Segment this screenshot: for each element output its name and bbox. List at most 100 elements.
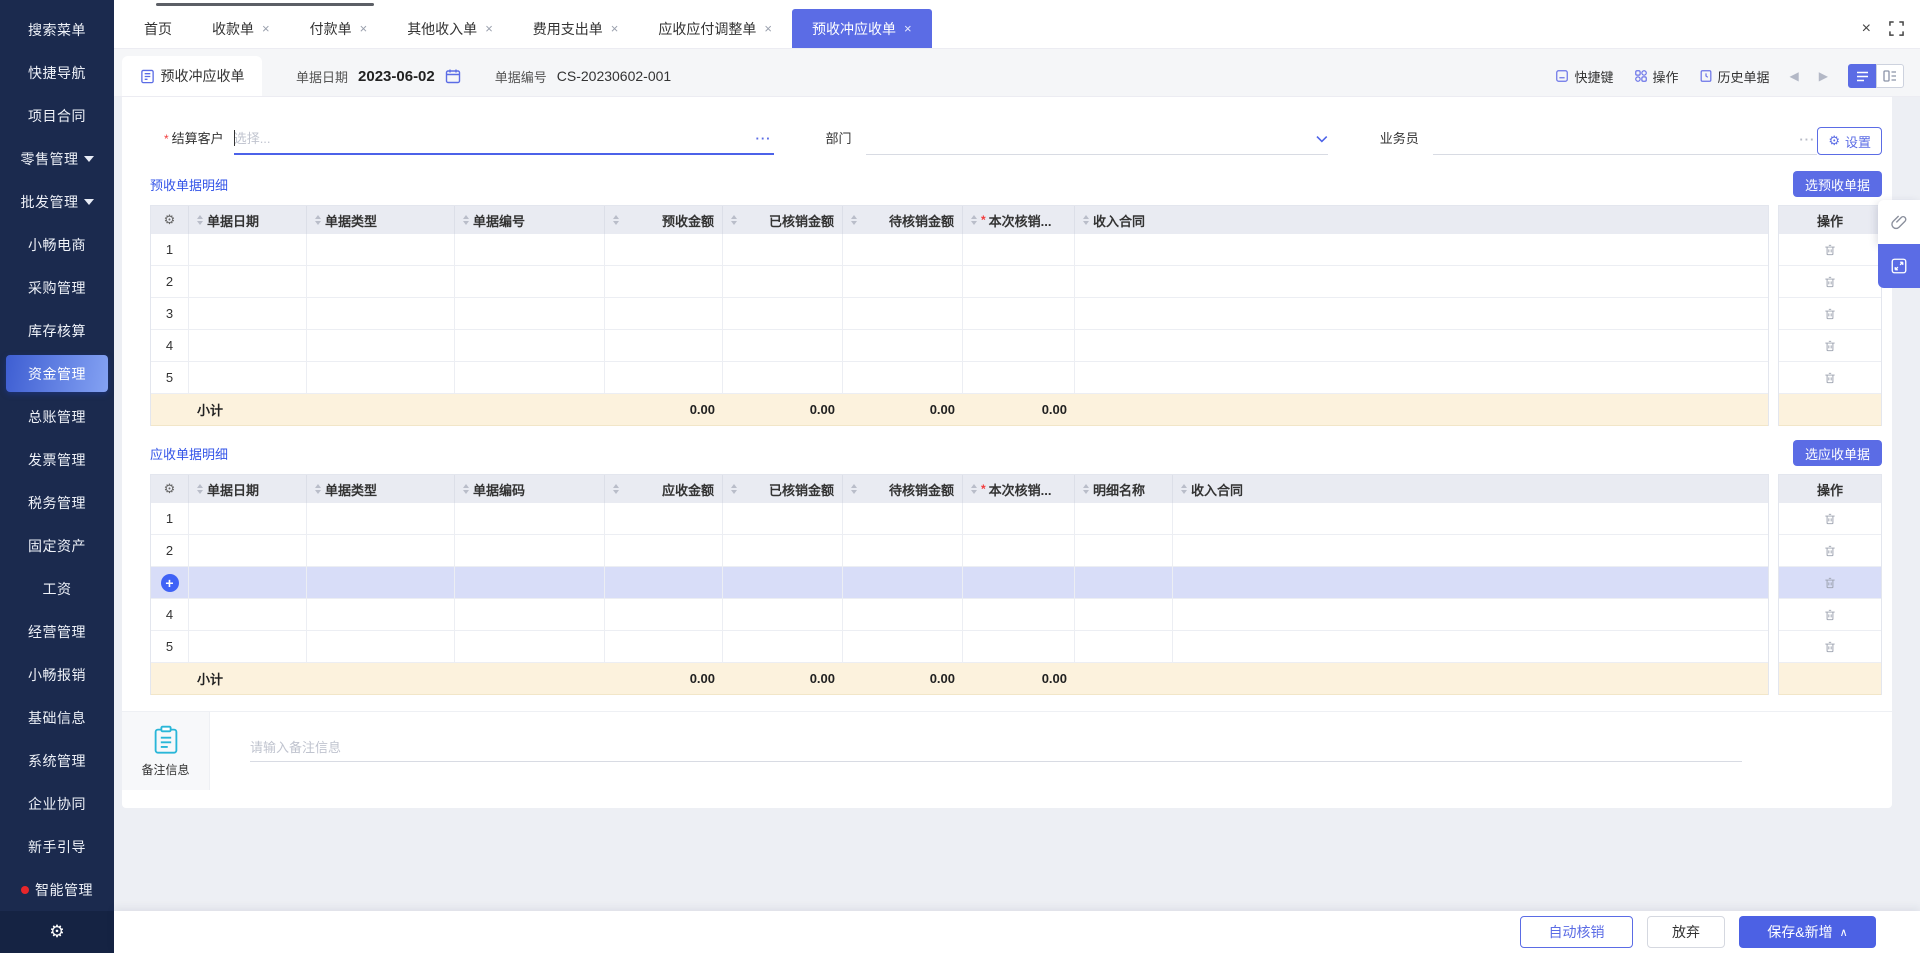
sort-icon[interactable] (463, 215, 469, 225)
department-select[interactable] (865, 124, 1328, 155)
delete-row-button[interactable] (1779, 631, 1881, 663)
sidebar-item-smart-mgmt[interactable]: 智能管理 (0, 868, 114, 911)
sidebar-item-payroll[interactable]: 工资 (0, 567, 114, 610)
remark-input[interactable] (250, 740, 1742, 755)
attachment-button[interactable] (1878, 200, 1920, 244)
delete-row-button[interactable] (1779, 567, 1881, 599)
department-input[interactable] (865, 124, 1317, 154)
table-row[interactable]: 1 (151, 503, 1768, 535)
col-income-contract[interactable]: 收入合同 (1075, 206, 1768, 234)
sort-icon[interactable] (1083, 484, 1089, 494)
sidebar-item-invoice[interactable]: 发票管理 (0, 438, 114, 481)
save-and-new-button[interactable]: 保存&新增 ∧ (1739, 916, 1876, 948)
sidebar-item-quick-nav[interactable]: 快捷导航 (0, 51, 114, 94)
customer-input[interactable] (233, 123, 754, 153)
col-detail-name[interactable]: 明细名称 (1075, 475, 1173, 503)
sidebar-item-general-ledger[interactable]: 总账管理 (0, 395, 114, 438)
sidebar-item-system[interactable]: 系统管理 (0, 739, 114, 782)
col-pending-amount[interactable]: 待核销金额 (843, 206, 963, 234)
sort-icon[interactable] (315, 215, 321, 225)
tab-payment[interactable]: 付款单 × (290, 9, 388, 48)
col-prepaid-amount[interactable]: 预收金额 (605, 206, 723, 234)
tab-prepaid-offset-receivable[interactable]: 预收冲应收单 × (791, 9, 932, 48)
sidebar-item-ecommerce[interactable]: 小畅电商 (0, 223, 114, 266)
sidebar-item-collaboration[interactable]: 企业协同 (0, 782, 114, 825)
fullscreen-icon[interactable] (1889, 21, 1904, 36)
sort-icon[interactable] (1083, 215, 1089, 225)
salesman-input[interactable] (1432, 124, 1798, 154)
sidebar-item-purchasing[interactable]: 采购管理 (0, 266, 114, 309)
history-documents-button[interactable]: 历史单据 (1699, 67, 1770, 86)
settings-button[interactable]: ⚙ 设置 (1817, 127, 1882, 155)
sort-icon[interactable] (463, 484, 469, 494)
sort-icon[interactable] (851, 484, 857, 494)
sort-icon[interactable] (851, 215, 857, 225)
auto-writeoff-button[interactable]: 自动核销 (1520, 916, 1633, 948)
table-row[interactable]: 2 (151, 266, 1768, 298)
sort-icon[interactable] (1181, 484, 1187, 494)
sort-icon[interactable] (731, 215, 737, 225)
add-row-button[interactable]: + (160, 573, 179, 592)
calendar-icon[interactable] (445, 68, 461, 84)
column-settings-gear-icon[interactable]: ⚙ (151, 206, 189, 234)
col-doc-type[interactable]: 单据类型 (307, 206, 455, 234)
sort-icon[interactable] (197, 484, 203, 494)
chevron-down-icon[interactable] (1316, 135, 1328, 143)
sidebar-item-operations[interactable]: 经营管理 (0, 610, 114, 653)
col-doc-no[interactable]: 单据编号 (455, 206, 605, 234)
sidebar-item-wholesale[interactable]: 批发管理 (0, 180, 114, 223)
tab-other-income[interactable]: 其他收入单 × (387, 9, 513, 48)
sidebar-item-project-contract[interactable]: 项目合同 (0, 94, 114, 137)
close-icon[interactable]: × (360, 21, 368, 36)
close-all-icon[interactable]: × (1862, 20, 1871, 38)
col-receivable-amount[interactable]: 应收金额 (605, 475, 723, 503)
col-doc-type[interactable]: 单据类型 (307, 475, 455, 503)
tab-ar-ap-adjust[interactable]: 应收应付调整单 × (638, 9, 792, 48)
close-icon[interactable]: × (764, 21, 772, 36)
close-icon[interactable]: × (611, 21, 619, 36)
select-receivable-docs-button[interactable]: 选应收单据 (1792, 440, 1882, 466)
document-type-tab[interactable]: 预收冲应收单 (122, 56, 262, 96)
sort-icon[interactable] (613, 215, 619, 225)
col-doc-date[interactable]: 单据日期 (189, 475, 307, 503)
next-doc-icon[interactable]: ▶ (1819, 69, 1828, 83)
tab-home[interactable]: 首页 (124, 9, 192, 48)
table-row[interactable]: 3 (151, 298, 1768, 330)
operations-button[interactable]: 操作 (1634, 67, 1679, 86)
list-view-button[interactable] (1848, 64, 1876, 88)
delete-row-button[interactable] (1779, 234, 1881, 266)
col-income-contract[interactable]: 收入合同 (1173, 475, 1768, 503)
delete-row-button[interactable] (1779, 503, 1881, 535)
table-row[interactable]: 5 (151, 362, 1768, 394)
sidebar-item-inventory[interactable]: 库存核算 (0, 309, 114, 352)
table-row[interactable]: 2 (151, 535, 1768, 567)
col-writtenoff-amount[interactable]: 已核销金额 (723, 206, 843, 234)
col-doc-date[interactable]: 单据日期 (189, 206, 307, 234)
salesman-picker-ellipsis-icon[interactable]: ··· (1797, 132, 1817, 147)
delete-row-button[interactable] (1779, 298, 1881, 330)
sidebar-item-search-menu[interactable]: 搜索菜单 (0, 8, 114, 51)
expand-panel-button[interactable] (1878, 244, 1920, 288)
sidebar-settings-button[interactable]: ⚙ (0, 911, 114, 953)
sidebar-item-tax[interactable]: 税务管理 (0, 481, 114, 524)
tab-receipt[interactable]: 收款单 × (192, 9, 290, 48)
col-pending-amount[interactable]: 待核销金额 (843, 475, 963, 503)
card-view-button[interactable] (1876, 64, 1904, 88)
column-settings-gear-icon[interactable]: ⚙ (151, 475, 189, 503)
shortcut-keys-button[interactable]: 快捷键 (1555, 67, 1614, 86)
sidebar-item-fixed-assets[interactable]: 固定资产 (0, 524, 114, 567)
table-row[interactable]: 1 (151, 234, 1768, 266)
table-row[interactable]: 5 (151, 631, 1768, 663)
table-row[interactable]: 4 (151, 599, 1768, 631)
sidebar-item-retail[interactable]: 零售管理 (0, 137, 114, 180)
close-icon[interactable]: × (262, 21, 270, 36)
table-row-selected[interactable]: + (151, 567, 1768, 599)
delete-row-button[interactable] (1779, 330, 1881, 362)
sort-icon[interactable] (971, 215, 977, 225)
sort-icon[interactable] (731, 484, 737, 494)
sidebar-item-beginner-guide[interactable]: 新手引导 (0, 825, 114, 868)
doc-date-value[interactable]: 2023-06-02 (358, 68, 435, 85)
sort-icon[interactable] (971, 484, 977, 494)
delete-row-button[interactable] (1779, 362, 1881, 394)
sort-icon[interactable] (197, 215, 203, 225)
